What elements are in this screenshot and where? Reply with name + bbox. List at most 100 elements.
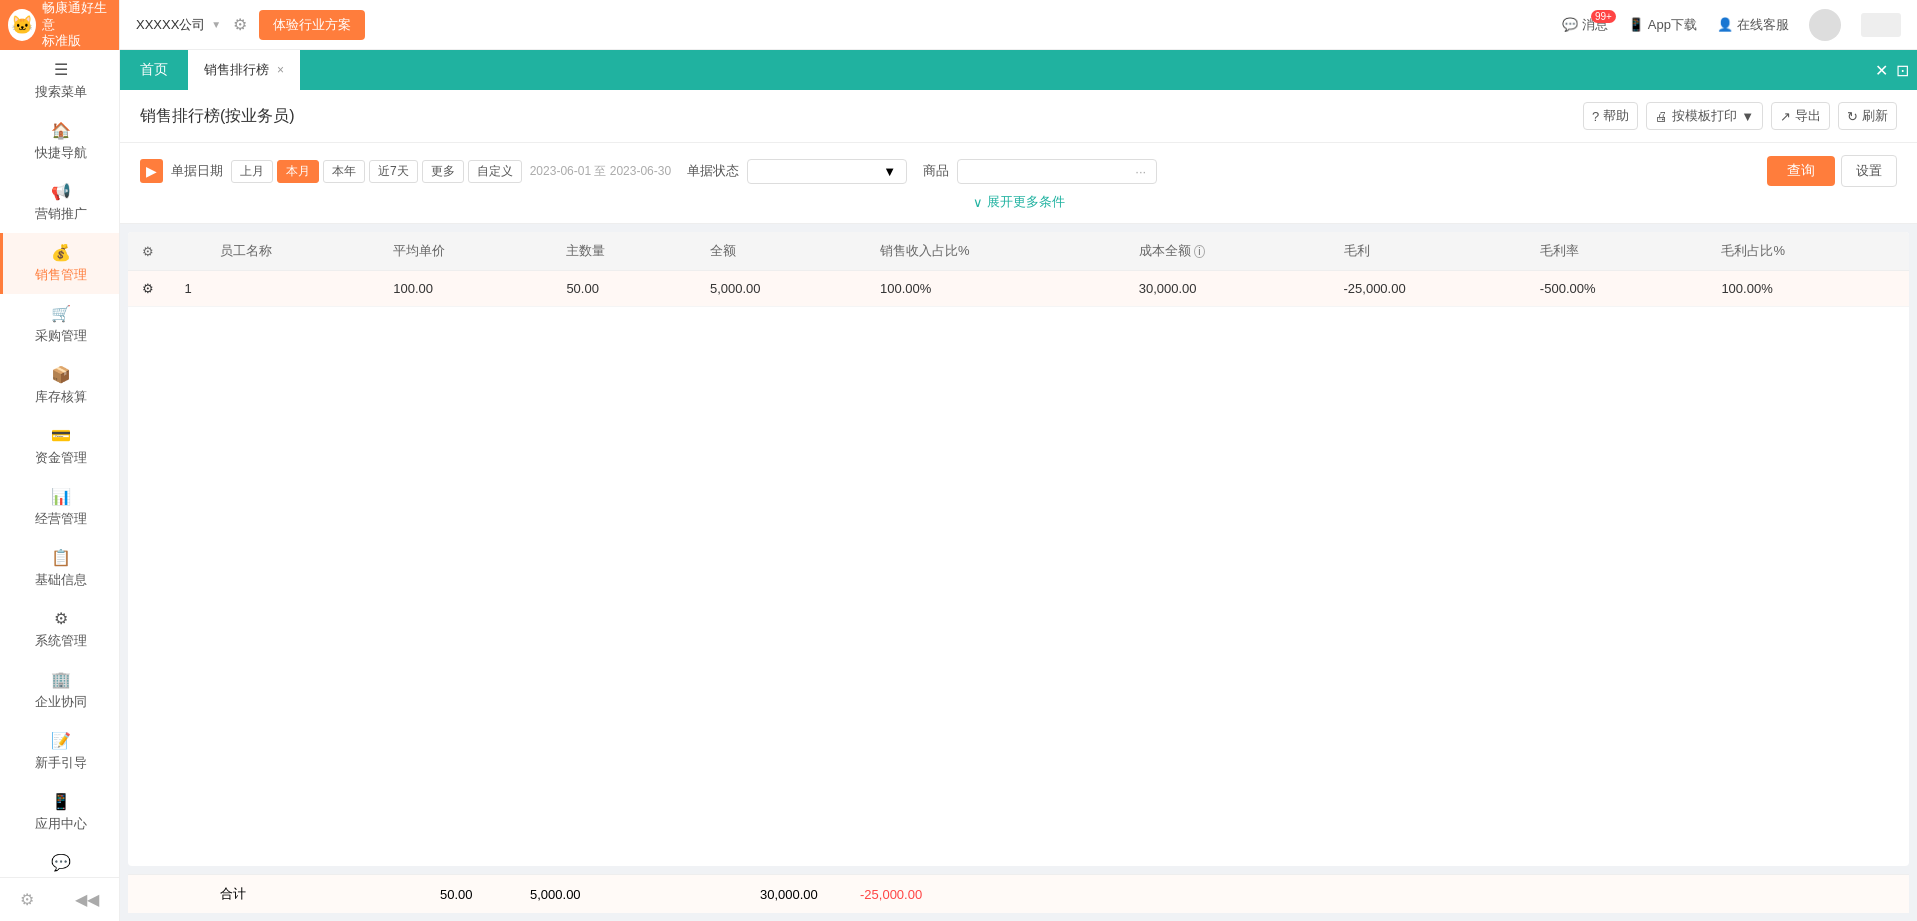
app-download-item[interactable]: 📱 App下载 [1628, 16, 1697, 34]
expand-more-row[interactable]: ∨ 展开更多条件 [140, 187, 1897, 211]
tab-home[interactable]: 首页 [120, 50, 188, 90]
export-button[interactable]: ↗ 导出 [1771, 102, 1830, 130]
th-avg-price: 平均单价 [381, 232, 554, 271]
data-table: ⚙ 员工名称 平均单价 主数量 全额 销售收入占比% 成本全额 i 毛利 毛利率… [128, 232, 1909, 307]
footer-cost: 30,000.00 [760, 887, 860, 902]
goods-more-icon[interactable]: ··· [1135, 164, 1146, 179]
query-button[interactable]: 查询 [1767, 156, 1835, 186]
row-avg-price: 100.00 [381, 271, 554, 307]
purchase-icon: 🛒 [51, 304, 71, 323]
logo-icon: 🐱 [8, 9, 36, 41]
sidebar-settings-btn[interactable]: ⚙ [16, 886, 38, 913]
top-header: XXXXX公司 ▼ ⚙ 体验行业方案 💬 消息 99+ 📱 App下载 👤 在线… [120, 0, 1917, 50]
download-icon: 📱 [1628, 17, 1644, 32]
date-btn-this-month[interactable]: 本月 [277, 160, 319, 183]
print-icon: 🖨 [1655, 109, 1668, 124]
goods-filter-label: 商品 [923, 162, 949, 180]
sidebar-item-finance[interactable]: 💳 资金管理 [0, 416, 119, 477]
th-employee-name: 员工名称 [208, 232, 381, 271]
th-gear: ⚙ [128, 232, 168, 271]
row-gear[interactable]: ⚙ [128, 271, 168, 307]
sidebar-item-guide[interactable]: 📝 新手引导 [0, 721, 119, 782]
tab-bar-right: ✕ ⊡ [1875, 61, 1917, 80]
export-icon: ↗ [1780, 109, 1791, 124]
sidebar-item-purchase[interactable]: 🛒 采购管理 [0, 294, 119, 355]
filter-row-main: ▶ 单据日期 上月 本月 本年 近7天 更多 自定义 2023-06-01 至 … [140, 155, 1897, 187]
table-row: ⚙ 1 100.00 50.00 5,000.00 100.00% 30,000… [128, 271, 1909, 307]
tab-bar: 首页 销售排行榜 × ✕ ⊡ [120, 50, 1917, 90]
row-rank: 1 [168, 271, 208, 307]
marketing-icon: 📢 [51, 182, 71, 201]
page-actions: ? 帮助 🖨 按模板打印 ▼ ↗ 导出 ↻ 刷新 [1583, 102, 1897, 130]
system-icon: ⚙ [54, 609, 68, 628]
print-dropdown-icon: ▼ [1741, 109, 1754, 124]
close-window-icon[interactable]: ✕ [1875, 61, 1888, 80]
tab-close-icon[interactable]: × [277, 63, 284, 77]
settings-button[interactable]: 设置 [1841, 155, 1897, 187]
page-title: 销售排行榜(按业务员) [140, 106, 295, 127]
sidebar-footer: ⚙ ◀◀ [0, 877, 119, 921]
sidebar-item-wechat[interactable]: 💬 企业微信 [0, 843, 119, 877]
date-btn-7days[interactable]: 近7天 [369, 160, 418, 183]
online-service-item[interactable]: 👤 在线客服 [1717, 16, 1789, 34]
filter-expand-btn[interactable]: ▶ [140, 159, 163, 183]
sidebar-collapse-btn[interactable]: ◀◀ [71, 886, 103, 913]
footer-profit: -25,000.00 [860, 887, 960, 902]
tab-sales-ranking[interactable]: 销售排行榜 × [188, 50, 300, 90]
th-profit-pct: 毛利占比% [1709, 232, 1909, 271]
search-menu-icon: ☰ [54, 60, 68, 79]
footer-label: 合计 [220, 885, 340, 903]
sidebar-item-operations[interactable]: 📊 经营管理 [0, 477, 119, 538]
date-btn-last-month[interactable]: 上月 [231, 160, 273, 183]
sidebar-item-enterprise[interactable]: 🏢 企业协同 [0, 660, 119, 721]
sidebar-item-search[interactable]: ☰ 搜索菜单 [0, 50, 119, 111]
sidebar-item-system[interactable]: ⚙ 系统管理 [0, 599, 119, 660]
sidebar-item-basics[interactable]: 📋 基础信息 [0, 538, 119, 599]
sidebar-item-quicknav[interactable]: 🏠 快捷导航 [0, 111, 119, 172]
avatar[interactable] [1809, 9, 1841, 41]
refresh-button[interactable]: ↻ 刷新 [1838, 102, 1897, 130]
app-logo: 🐱 畅康通好生意 标准版 [0, 0, 119, 50]
operations-icon: 📊 [51, 487, 71, 506]
guide-icon: 📝 [51, 731, 71, 750]
date-btn-custom[interactable]: 自定义 [468, 160, 522, 183]
status-select[interactable]: ▼ [747, 159, 907, 184]
messages-item[interactable]: 💬 消息 99+ [1562, 16, 1608, 34]
goods-input[interactable]: ··· [957, 159, 1157, 184]
help-button[interactable]: ? 帮助 [1583, 102, 1638, 130]
date-range-display: 2023-06-01 至 2023-06-30 [530, 163, 671, 180]
date-btn-this-year[interactable]: 本年 [323, 160, 365, 183]
date-filter-group: ▶ 单据日期 上月 本月 本年 近7天 更多 自定义 2023-06-01 至 … [140, 159, 671, 183]
status-dropdown-icon: ▼ [883, 164, 896, 179]
chevron-down-icon: ▼ [211, 19, 221, 30]
row-cost: 30,000.00 [1127, 271, 1332, 307]
date-btn-more[interactable]: 更多 [422, 160, 464, 183]
logo-text: 畅康通好生意 标准版 [42, 0, 111, 50]
trial-button[interactable]: 体验行业方案 [259, 10, 365, 40]
footer-qty: 50.00 [440, 887, 530, 902]
sidebar-nav: ☰ 搜索菜单 🏠 快捷导航 📢 营销推广 💰 销售管理 🛒 采购管理 📦 库存核… [0, 50, 119, 877]
sidebar-item-apps[interactable]: 📱 应用中心 [0, 782, 119, 843]
message-badge: 99+ [1591, 10, 1616, 23]
header-settings-icon[interactable]: ⚙ [233, 15, 247, 34]
finance-icon: 💳 [51, 426, 71, 445]
sidebar-item-inventory[interactable]: 📦 库存核算 [0, 355, 119, 416]
sidebar-item-sales[interactable]: 💰 销售管理 [0, 233, 119, 294]
row-qty: 50.00 [554, 271, 698, 307]
th-sales-pct: 销售收入占比% [868, 232, 1127, 271]
table-area: ⚙ 员工名称 平均单价 主数量 全额 销售收入占比% 成本全额 i 毛利 毛利率… [128, 232, 1909, 866]
restore-window-icon[interactable]: ⊡ [1896, 61, 1909, 80]
row-profit-pct: 100.00% [1709, 271, 1909, 307]
table-header-row: ⚙ 员工名称 平均单价 主数量 全额 销售收入占比% 成本全额 i 毛利 毛利率… [128, 232, 1909, 271]
sidebar-item-marketing[interactable]: 📢 营销推广 [0, 172, 119, 233]
footer-amount: 5,000.00 [530, 887, 630, 902]
online-service-label: 在线客服 [1737, 16, 1789, 34]
query-section: 查询 设置 [1767, 155, 1897, 187]
print-button[interactable]: 🖨 按模板打印 ▼ [1646, 102, 1763, 130]
date-buttons: 上月 本月 本年 近7天 更多 自定义 [231, 160, 522, 183]
tab-label: 销售排行榜 [204, 61, 269, 79]
company-selector[interactable]: XXXXX公司 ▼ [136, 16, 221, 34]
chevron-down-icon: ∨ [973, 195, 983, 210]
main-content: XXXXX公司 ▼ ⚙ 体验行业方案 💬 消息 99+ 📱 App下载 👤 在线… [120, 0, 1917, 921]
th-cost: 成本全额 i [1127, 232, 1332, 271]
